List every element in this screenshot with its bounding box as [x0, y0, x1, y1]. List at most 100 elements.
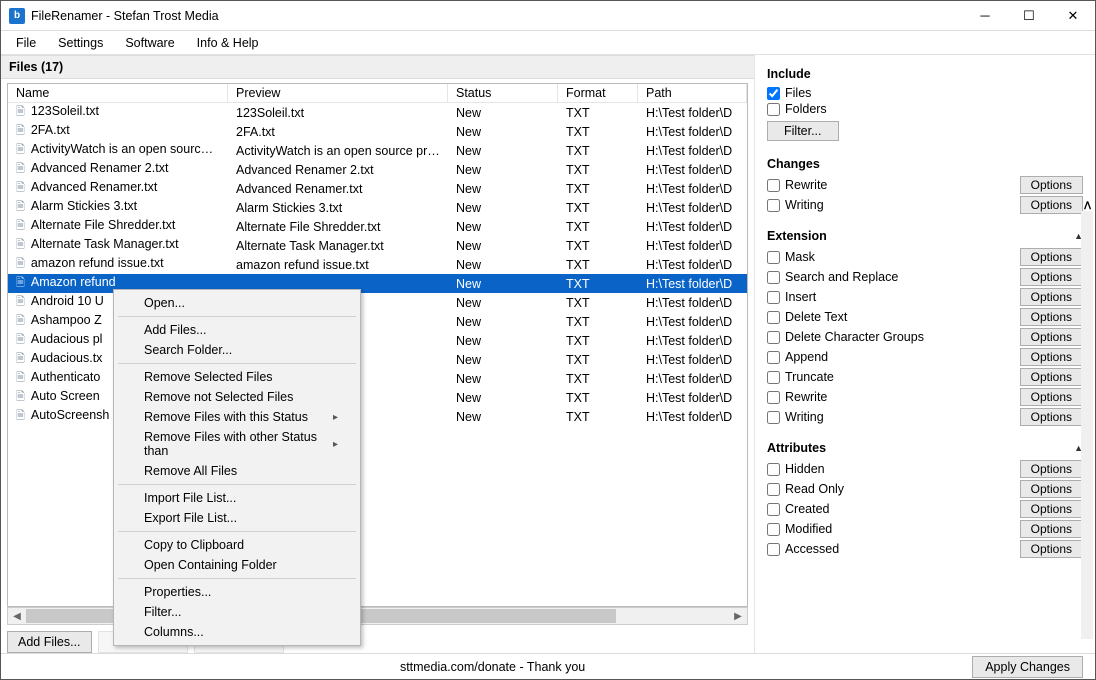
checkbox-writing[interactable]: Writing — [767, 198, 824, 212]
checkbox-input[interactable] — [767, 351, 780, 364]
cell-status: New — [448, 104, 558, 122]
context-menu-remove-selected-files[interactable]: Remove Selected Files — [116, 367, 358, 387]
checkbox-input[interactable] — [767, 103, 780, 116]
options-button[interactable]: Options — [1020, 288, 1083, 306]
context-menu-export-file-list-[interactable]: Export File List... — [116, 508, 358, 528]
cell-status: New — [448, 180, 558, 198]
options-button[interactable]: Options — [1020, 500, 1083, 518]
cell-preview: Alternate Task Manager.txt — [228, 237, 448, 255]
context-menu-remove-files-with-other-status-than[interactable]: Remove Files with other Status than — [116, 427, 358, 461]
checkbox-truncate[interactable]: Truncate — [767, 370, 834, 384]
context-menu-filter-[interactable]: Filter... — [116, 602, 358, 622]
scroll-right-arrow[interactable]: ▶ — [729, 611, 747, 622]
checkbox-input[interactable] — [767, 391, 780, 404]
context-menu-columns-[interactable]: Columns... — [116, 622, 358, 642]
menu-settings[interactable]: Settings — [48, 32, 113, 54]
checkbox-created[interactable]: Created — [767, 502, 829, 516]
checkbox-delete-text[interactable]: Delete Text — [767, 310, 847, 324]
context-menu-item-label: Open Containing Folder — [144, 558, 277, 572]
context-menu-open-containing-folder[interactable]: Open Containing Folder — [116, 555, 358, 575]
checkbox-input[interactable] — [767, 411, 780, 424]
context-menu-remove-all-files[interactable]: Remove All Files — [116, 461, 358, 481]
cell-format: TXT — [558, 351, 638, 369]
options-button[interactable]: Options — [1020, 248, 1083, 266]
options-button[interactable]: Options — [1020, 520, 1083, 538]
menu-file[interactable]: File — [6, 32, 46, 54]
checkbox-input[interactable] — [767, 87, 780, 100]
checkbox-delete-character-groups[interactable]: Delete Character Groups — [767, 330, 924, 344]
col-header-status[interactable]: Status — [448, 84, 558, 102]
checkbox-input[interactable] — [767, 483, 780, 496]
add-files-button[interactable]: Add Files... — [7, 631, 92, 653]
scroll-left-arrow[interactable]: ◀ — [8, 611, 26, 622]
checkbox-input[interactable] — [767, 371, 780, 384]
options-button[interactable]: Options — [1020, 368, 1083, 386]
options-button[interactable]: Options — [1020, 268, 1083, 286]
checkbox-accessed[interactable]: Accessed — [767, 542, 839, 556]
titlebar: b FileRenamer - Stefan Trost Media ─ ☐ ✕ — [1, 1, 1095, 31]
cell-format: TXT — [558, 389, 638, 407]
context-menu-properties-[interactable]: Properties... — [116, 582, 358, 602]
checkbox-hidden[interactable]: Hidden — [767, 462, 825, 476]
context-menu-copy-to-clipboard[interactable]: Copy to Clipboard — [116, 535, 358, 555]
checkbox-files[interactable]: Files — [767, 86, 811, 100]
options-button[interactable]: Options — [1020, 328, 1083, 346]
checkbox-input[interactable] — [767, 311, 780, 324]
options-button[interactable]: Options — [1020, 408, 1083, 426]
context-menu-import-file-list-[interactable]: Import File List... — [116, 488, 358, 508]
panel-vscrollbar[interactable] — [1081, 211, 1093, 639]
options-button[interactable]: Options — [1020, 480, 1083, 498]
options-button[interactable]: Options — [1020, 348, 1083, 366]
options-button[interactable]: Options — [1020, 176, 1083, 194]
context-menu-add-files-[interactable]: Add Files... — [116, 320, 358, 340]
checkbox-input[interactable] — [767, 463, 780, 476]
checkbox-append[interactable]: Append — [767, 350, 828, 364]
col-header-name[interactable]: Name — [8, 84, 228, 102]
checkbox-input[interactable] — [767, 271, 780, 284]
col-header-format[interactable]: Format — [558, 84, 638, 102]
checkbox-input[interactable] — [767, 291, 780, 304]
checkbox-input[interactable] — [767, 331, 780, 344]
context-menu-remove-not-selected-files[interactable]: Remove not Selected Files — [116, 387, 358, 407]
context-menu-open-[interactable]: Open... — [116, 293, 358, 313]
options-button[interactable]: Options — [1020, 540, 1083, 558]
options-button[interactable]: Options — [1020, 308, 1083, 326]
checkbox-input[interactable] — [767, 523, 780, 536]
options-button[interactable]: Options — [1020, 388, 1083, 406]
checkbox-writing[interactable]: Writing — [767, 410, 824, 424]
checkbox-input[interactable] — [767, 199, 780, 212]
extension-section-header[interactable]: Extension ▲ — [767, 225, 1083, 247]
window-maximize-button[interactable]: ☐ — [1007, 1, 1051, 30]
apply-changes-button[interactable]: Apply Changes — [972, 656, 1083, 678]
checkbox-modified[interactable]: Modified — [767, 522, 832, 536]
context-menu-remove-files-with-this-status[interactable]: Remove Files with this Status — [116, 407, 358, 427]
window-close-button[interactable]: ✕ — [1051, 1, 1095, 30]
checkbox-rewrite[interactable]: Rewrite — [767, 390, 827, 404]
attributes-section-header[interactable]: Attributes ▲ — [767, 437, 1083, 459]
checkbox-input[interactable] — [767, 543, 780, 556]
checkbox-input[interactable] — [767, 503, 780, 516]
options-button[interactable]: Options — [1020, 460, 1083, 478]
menu-software[interactable]: Software — [115, 32, 184, 54]
col-header-preview[interactable]: Preview — [228, 84, 448, 102]
option-row-truncate: Truncate Options — [767, 367, 1083, 387]
checkbox-folders[interactable]: Folders — [767, 102, 827, 116]
checkbox-input[interactable] — [767, 251, 780, 264]
checkbox-input[interactable] — [767, 179, 780, 192]
checkbox-read-only[interactable]: Read Only — [767, 482, 844, 496]
cell-path: H:\Test folder\D — [638, 370, 747, 388]
cell-preview: amazon refund issue.txt — [228, 256, 448, 274]
option-row-insert: Insert Options — [767, 287, 1083, 307]
checkbox-mask[interactable]: Mask — [767, 250, 815, 264]
filter-button[interactable]: Filter... — [767, 121, 839, 141]
include-section-header: Include — [767, 63, 1083, 85]
options-button[interactable]: Options — [1020, 196, 1083, 214]
context-menu-search-folder-[interactable]: Search Folder... — [116, 340, 358, 360]
checkbox-search-and-replace[interactable]: Search and Replace — [767, 270, 898, 284]
cell-status: New — [448, 370, 558, 388]
menu-info-help[interactable]: Info & Help — [187, 32, 269, 54]
col-header-path[interactable]: Path — [638, 84, 747, 102]
checkbox-rewrite[interactable]: Rewrite — [767, 178, 827, 192]
checkbox-insert[interactable]: Insert — [767, 290, 816, 304]
window-minimize-button[interactable]: ─ — [963, 1, 1007, 30]
